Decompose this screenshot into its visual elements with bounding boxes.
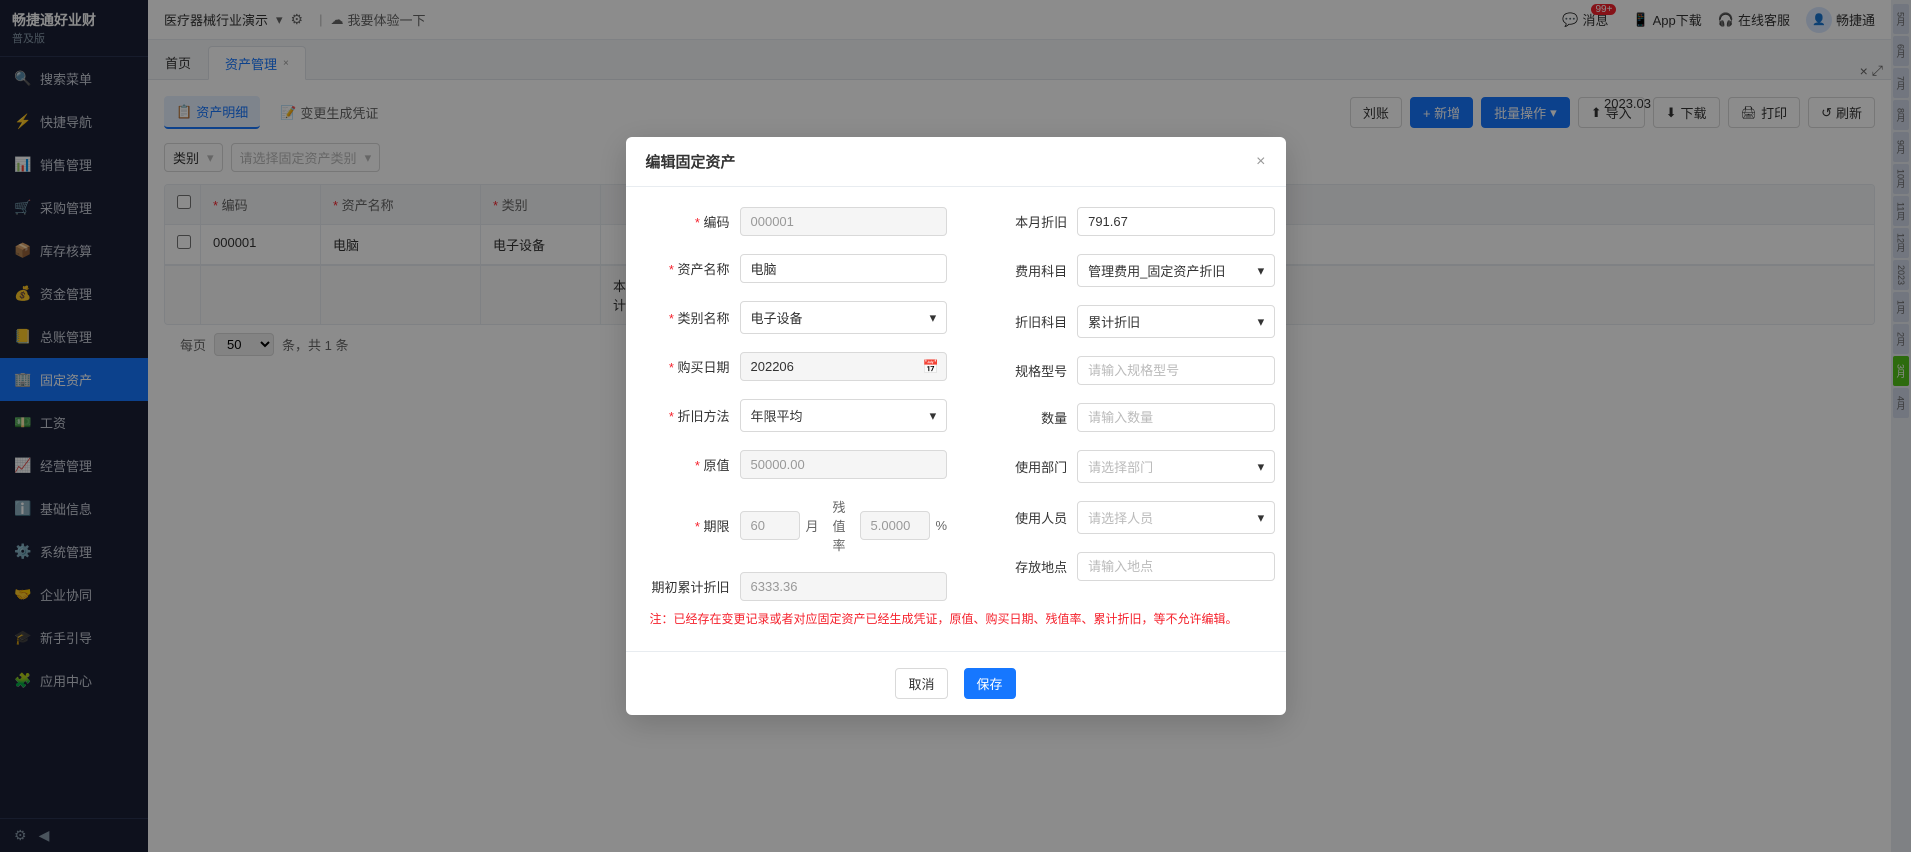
period-label: 期限: [650, 516, 730, 535]
form-row-depreciation-subject: 折旧科目 累计折旧 ▾: [987, 305, 1275, 338]
quantity-label: 数量: [987, 408, 1067, 427]
dialog-close-btn[interactable]: ×: [1256, 154, 1265, 170]
user-placeholder: 请选择人员: [1088, 508, 1153, 527]
depreciation-subject-arrow: ▾: [1258, 314, 1265, 330]
period-unit: 月: [806, 516, 819, 535]
spec-input[interactable]: [1077, 356, 1275, 385]
form-row-location: 存放地点: [987, 552, 1275, 581]
modal-overlay: 编辑固定资产 × 编码 资产名称: [0, 0, 1911, 852]
dialog-title: 编辑固定资产: [646, 151, 736, 172]
form-row-monthly-depreciation: 本月折旧: [987, 207, 1275, 236]
residual-rate-unit: %: [936, 518, 948, 533]
monthly-depreciation-input[interactable]: [1077, 207, 1275, 236]
form-row-category: 类别名称 电子设备 ▾: [650, 301, 948, 334]
form-row-department: 使用部门 请选择部门 ▾: [987, 450, 1275, 483]
calendar-icon: 📅: [923, 359, 939, 375]
code-input[interactable]: [740, 207, 948, 236]
category-label: 类别名称: [650, 308, 730, 327]
depreciation-subject-value: 累计折旧: [1088, 312, 1140, 331]
expense-subject-select[interactable]: 管理费用_固定资产折旧 ▾: [1077, 254, 1275, 287]
user-label: 使用人员: [987, 508, 1067, 527]
depreciation-method-arrow: ▾: [930, 408, 937, 424]
location-input[interactable]: [1077, 552, 1275, 581]
category-select[interactable]: 电子设备 ▾: [740, 301, 948, 334]
form-row-initial-depreciation: 期初累计折旧: [650, 572, 948, 601]
name-input[interactable]: [740, 254, 948, 283]
spec-label: 规格型号: [987, 361, 1067, 380]
quantity-input[interactable]: [1077, 403, 1275, 432]
category-select-value: 电子设备: [751, 308, 803, 327]
dialog-footer: 取消 保存: [626, 651, 1286, 715]
depreciation-subject-label: 折旧科目: [987, 312, 1067, 331]
form-row-name: 资产名称: [650, 254, 948, 283]
form-left-col: 编码 资产名称 类别名称 电子设备 ▾: [650, 207, 948, 601]
category-select-arrow: ▾: [930, 310, 937, 326]
purchase-date-input[interactable]: [740, 352, 948, 381]
initial-depreciation-input[interactable]: [740, 572, 948, 601]
department-arrow: ▾: [1258, 459, 1265, 475]
expense-subject-label: 费用科目: [987, 261, 1067, 280]
monthly-depreciation-label: 本月折旧: [987, 212, 1067, 231]
residual-rate-label: 残值率: [833, 497, 846, 554]
period-inline: 月 残值率 %: [740, 497, 948, 554]
name-label: 资产名称: [650, 259, 730, 278]
residual-rate-input[interactable]: [860, 511, 930, 540]
department-select[interactable]: 请选择部门 ▾: [1077, 450, 1275, 483]
purchase-date-wrapper: 📅: [740, 352, 948, 381]
user-arrow: ▾: [1258, 510, 1265, 526]
expense-subject-value: 管理费用_固定资产折旧: [1088, 261, 1225, 280]
form-row-depreciation-method: 折旧方法 年限平均 ▾: [650, 399, 948, 432]
cancel-btn[interactable]: 取消: [895, 668, 947, 699]
form-row-period: 期限 月 残值率 %: [650, 497, 948, 554]
code-label: 编码: [650, 212, 730, 231]
dialog-body: 编码 资产名称 类别名称 电子设备 ▾: [626, 187, 1286, 651]
form-row-original-value: 原值: [650, 450, 948, 479]
form-note: 注：已经存在变更记录或者对应固定资产已经生成凭证，原值、购买日期、残值率、累计折…: [650, 601, 1262, 631]
department-placeholder: 请选择部门: [1088, 457, 1153, 476]
form-right-col: 本月折旧 费用科目 管理费用_固定资产折旧 ▾ 折旧科目: [987, 207, 1275, 601]
form-row-spec: 规格型号: [987, 356, 1275, 385]
dialog-header: 编辑固定资产 ×: [626, 137, 1286, 187]
edit-dialog: 编辑固定资产 × 编码 资产名称: [626, 137, 1286, 715]
dialog-form: 编码 资产名称 类别名称 电子设备 ▾: [650, 207, 1262, 601]
original-value-label: 原值: [650, 455, 730, 474]
department-label: 使用部门: [987, 457, 1067, 476]
expense-subject-arrow: ▾: [1258, 263, 1265, 279]
save-btn[interactable]: 保存: [964, 668, 1016, 699]
location-label: 存放地点: [987, 557, 1067, 576]
depreciation-method-value: 年限平均: [751, 406, 803, 425]
depreciation-method-select[interactable]: 年限平均 ▾: [740, 399, 948, 432]
depreciation-method-label: 折旧方法: [650, 406, 730, 425]
user-select[interactable]: 请选择人员 ▾: [1077, 501, 1275, 534]
purchase-date-label: 购买日期: [650, 357, 730, 376]
form-row-code: 编码: [650, 207, 948, 236]
form-row-expense-subject: 费用科目 管理费用_固定资产折旧 ▾: [987, 254, 1275, 287]
period-input[interactable]: [740, 511, 800, 540]
initial-depreciation-label: 期初累计折旧: [650, 577, 730, 596]
depreciation-subject-select[interactable]: 累计折旧 ▾: [1077, 305, 1275, 338]
original-value-input[interactable]: [740, 450, 948, 479]
form-row-purchase-date: 购买日期 📅: [650, 352, 948, 381]
form-row-user: 使用人员 请选择人员 ▾: [987, 501, 1275, 534]
form-row-quantity: 数量: [987, 403, 1275, 432]
